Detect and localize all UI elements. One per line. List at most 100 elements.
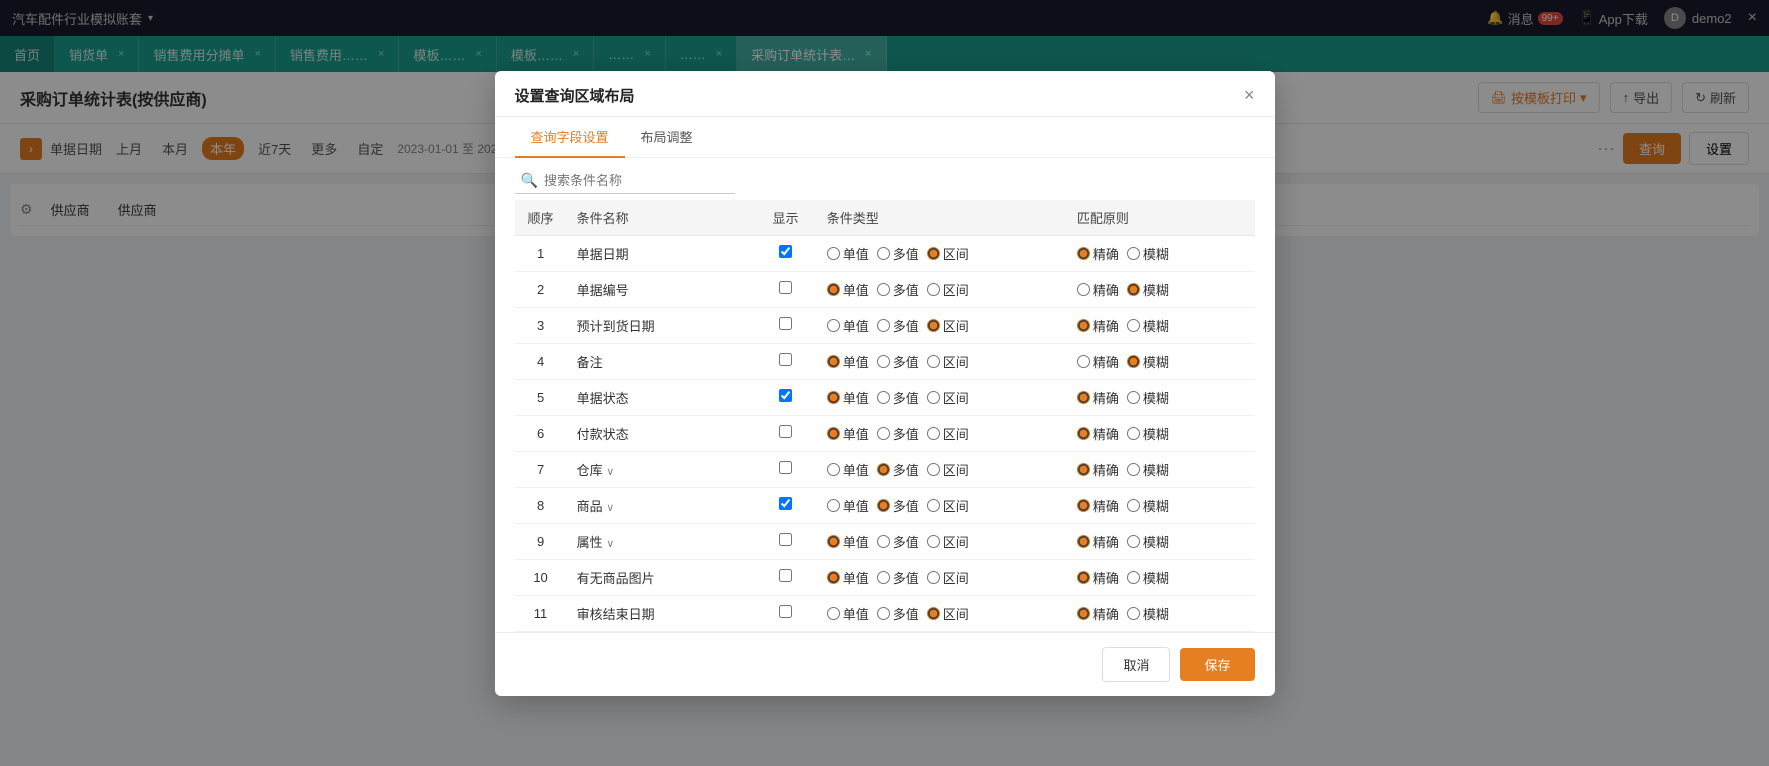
match-option-精确-7[interactable]: 精确: [1077, 496, 1119, 515]
type-option-多值-3[interactable]: 多值: [877, 352, 919, 371]
type-option-单值-1[interactable]: 单值: [827, 280, 869, 299]
type-option-多值-8[interactable]: 多值: [877, 532, 919, 551]
match-option-精确-10[interactable]: 精确: [1077, 604, 1119, 623]
type-option-多值-5[interactable]: 多值: [877, 424, 919, 443]
match-option-模糊-4[interactable]: 模糊: [1127, 388, 1169, 407]
dropdown-icon[interactable]: ∨: [606, 538, 614, 550]
match-option-模糊-3[interactable]: 模糊: [1127, 352, 1169, 371]
cell-type-3[interactable]: 单值多值区间: [817, 343, 1067, 379]
type-option-单值-5[interactable]: 单值: [827, 424, 869, 443]
cell-name-6[interactable]: 仓库 ∨: [567, 451, 755, 487]
match-option-模糊-1[interactable]: 模糊: [1127, 280, 1169, 299]
cell-match-3[interactable]: 精确模糊: [1067, 343, 1255, 379]
type-option-多值-1[interactable]: 多值: [877, 280, 919, 299]
type-option-单值-3[interactable]: 单值: [827, 352, 869, 371]
match-option-模糊-9[interactable]: 模糊: [1127, 568, 1169, 587]
type-option-单值-0[interactable]: 单值: [827, 244, 869, 263]
match-option-精确-5[interactable]: 精确: [1077, 424, 1119, 443]
cell-check-6[interactable]: [754, 451, 817, 487]
match-option-精确-0[interactable]: 精确: [1077, 244, 1119, 263]
display-checkbox-3[interactable]: [779, 353, 792, 366]
cell-match-5[interactable]: 精确模糊: [1067, 415, 1255, 451]
search-input[interactable]: [544, 173, 724, 188]
type-option-区间-1[interactable]: 区间: [927, 280, 969, 299]
cell-match-7[interactable]: 精确模糊: [1067, 487, 1255, 523]
cell-match-10[interactable]: 精确模糊: [1067, 595, 1255, 631]
display-checkbox-2[interactable]: [779, 317, 792, 330]
cell-check-5[interactable]: [754, 415, 817, 451]
type-option-单值-4[interactable]: 单值: [827, 388, 869, 407]
type-option-区间-8[interactable]: 区间: [927, 532, 969, 551]
cell-check-8[interactable]: [754, 523, 817, 559]
cell-match-4[interactable]: 精确模糊: [1067, 379, 1255, 415]
tab-layout-adjust[interactable]: 布局调整: [625, 117, 709, 158]
cell-check-2[interactable]: [754, 307, 817, 343]
cancel-button[interactable]: 取消: [1102, 647, 1170, 682]
cell-check-1[interactable]: [754, 271, 817, 307]
display-checkbox-0[interactable]: [779, 245, 792, 258]
type-option-区间-4[interactable]: 区间: [927, 388, 969, 407]
match-option-模糊-8[interactable]: 模糊: [1127, 532, 1169, 551]
type-option-多值-9[interactable]: 多值: [877, 568, 919, 587]
display-checkbox-5[interactable]: [779, 425, 792, 438]
modal-close-button[interactable]: ×: [1244, 86, 1255, 104]
type-option-区间-7[interactable]: 区间: [927, 496, 969, 515]
type-option-多值-4[interactable]: 多值: [877, 388, 919, 407]
tab-field-settings[interactable]: 查询字段设置: [515, 117, 625, 158]
cell-type-2[interactable]: 单值多值区间: [817, 307, 1067, 343]
cell-name-8[interactable]: 属性 ∨: [567, 523, 755, 559]
cell-type-6[interactable]: 单值多值区间: [817, 451, 1067, 487]
match-option-精确-2[interactable]: 精确: [1077, 316, 1119, 335]
cell-type-7[interactable]: 单值多值区间: [817, 487, 1067, 523]
cell-match-2[interactable]: 精确模糊: [1067, 307, 1255, 343]
cell-type-0[interactable]: 单值多值区间: [817, 235, 1067, 271]
cell-check-4[interactable]: [754, 379, 817, 415]
type-option-多值-10[interactable]: 多值: [877, 604, 919, 623]
type-option-多值-2[interactable]: 多值: [877, 316, 919, 335]
display-checkbox-4[interactable]: [779, 389, 792, 402]
match-option-精确-1[interactable]: 精确: [1077, 280, 1119, 299]
type-option-单值-9[interactable]: 单值: [827, 568, 869, 587]
match-option-模糊-7[interactable]: 模糊: [1127, 496, 1169, 515]
type-option-区间-5[interactable]: 区间: [927, 424, 969, 443]
cell-match-9[interactable]: 精确模糊: [1067, 559, 1255, 595]
display-checkbox-9[interactable]: [779, 569, 792, 582]
cell-check-3[interactable]: [754, 343, 817, 379]
type-option-单值-2[interactable]: 单值: [827, 316, 869, 335]
dropdown-icon[interactable]: ∨: [606, 502, 614, 514]
cell-check-0[interactable]: [754, 235, 817, 271]
cell-type-10[interactable]: 单值多值区间: [817, 595, 1067, 631]
type-option-多值-7[interactable]: 多值: [877, 496, 919, 515]
type-option-单值-8[interactable]: 单值: [827, 532, 869, 551]
match-option-模糊-10[interactable]: 模糊: [1127, 604, 1169, 623]
type-option-单值-7[interactable]: 单值: [827, 496, 869, 515]
display-checkbox-6[interactable]: [779, 461, 792, 474]
match-option-模糊-0[interactable]: 模糊: [1127, 244, 1169, 263]
cell-match-0[interactable]: 精确模糊: [1067, 235, 1255, 271]
display-checkbox-8[interactable]: [779, 533, 792, 546]
cell-match-6[interactable]: 精确模糊: [1067, 451, 1255, 487]
display-checkbox-10[interactable]: [779, 605, 792, 618]
cell-match-1[interactable]: 精确模糊: [1067, 271, 1255, 307]
type-option-区间-6[interactable]: 区间: [927, 460, 969, 479]
match-option-模糊-6[interactable]: 模糊: [1127, 460, 1169, 479]
type-option-区间-9[interactable]: 区间: [927, 568, 969, 587]
type-option-区间-3[interactable]: 区间: [927, 352, 969, 371]
match-option-精确-9[interactable]: 精确: [1077, 568, 1119, 587]
cell-type-9[interactable]: 单值多值区间: [817, 559, 1067, 595]
match-option-精确-4[interactable]: 精确: [1077, 388, 1119, 407]
type-option-区间-10[interactable]: 区间: [927, 604, 969, 623]
cell-check-7[interactable]: [754, 487, 817, 523]
cell-type-4[interactable]: 单值多值区间: [817, 379, 1067, 415]
cell-type-1[interactable]: 单值多值区间: [817, 271, 1067, 307]
match-option-模糊-2[interactable]: 模糊: [1127, 316, 1169, 335]
type-option-单值-10[interactable]: 单值: [827, 604, 869, 623]
cell-name-7[interactable]: 商品 ∨: [567, 487, 755, 523]
match-option-模糊-5[interactable]: 模糊: [1127, 424, 1169, 443]
type-option-单值-6[interactable]: 单值: [827, 460, 869, 479]
match-option-精确-8[interactable]: 精确: [1077, 532, 1119, 551]
type-option-多值-0[interactable]: 多值: [877, 244, 919, 263]
dropdown-icon[interactable]: ∨: [606, 466, 614, 478]
cell-type-5[interactable]: 单值多值区间: [817, 415, 1067, 451]
display-checkbox-1[interactable]: [779, 281, 792, 294]
